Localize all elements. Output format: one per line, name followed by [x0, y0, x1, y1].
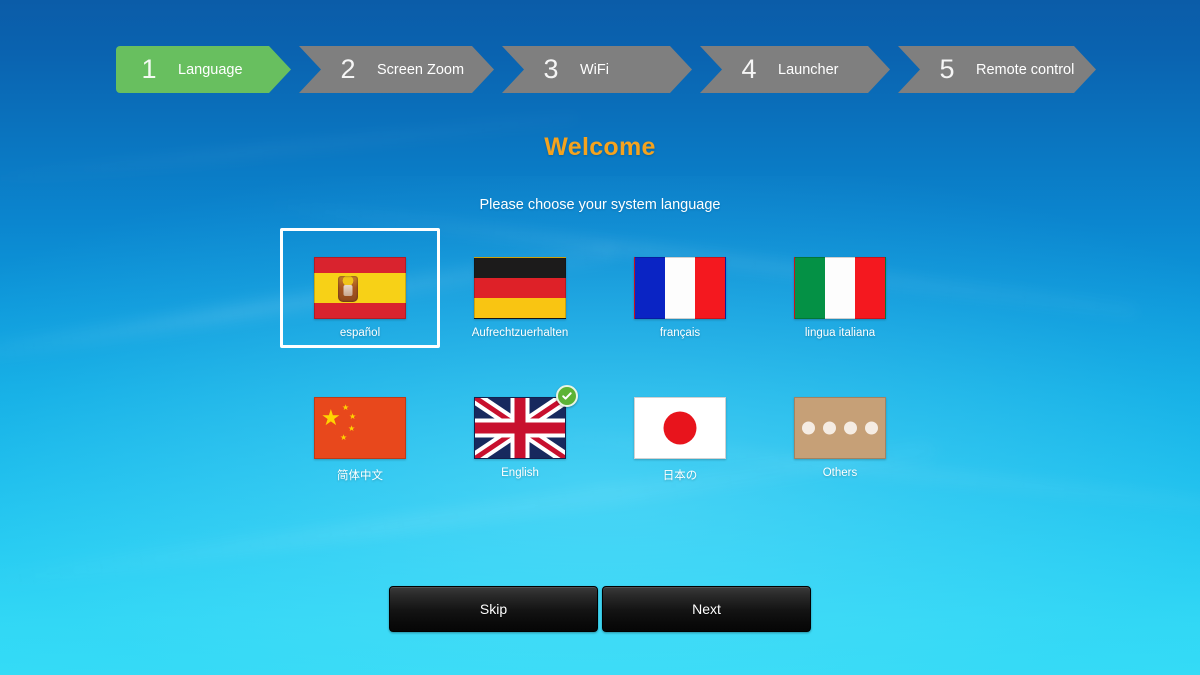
star-icon: ★ [348, 424, 356, 433]
flag-wrapper [474, 257, 566, 319]
wizard-step-launcher[interactable]: 4 Launcher [700, 46, 890, 93]
flag-france-icon [634, 257, 726, 319]
language-tile-german[interactable]: Aufrechtzuerhalten [440, 228, 600, 348]
wizard-step-label: Screen Zoom [377, 61, 465, 78]
flag-wrapper [794, 397, 886, 459]
skip-button[interactable]: Skip [389, 586, 598, 632]
language-tile-chinese[interactable]: ★ ★ ★ ★ ★ 简体中文 [280, 368, 440, 488]
wizard-step-number: 3 [543, 54, 559, 84]
dot-icon [865, 421, 878, 435]
page-title: Welcome [544, 133, 656, 161]
flag-wrapper [314, 257, 406, 319]
language-row: ★ ★ ★ ★ ★ 简体中文 English 日本の Others [280, 368, 920, 488]
wizard-step-label: Remote control [976, 61, 1075, 78]
language-tile-english[interactable]: English [440, 368, 600, 488]
dot-icon [823, 421, 836, 435]
flag-japan-icon [634, 397, 726, 459]
page-subtitle: Please choose your system language [479, 197, 721, 213]
flag-wrapper [474, 385, 578, 459]
wizard-step-number: 4 [741, 54, 757, 84]
wizard-step-screen-zoom[interactable]: 2 Screen Zoom [299, 46, 494, 93]
star-icon: ★ [340, 433, 348, 442]
flag-wrapper: ★ ★ ★ ★ ★ [314, 397, 406, 459]
union-jack-cross-red [475, 422, 565, 434]
wizard-step-number: 2 [340, 54, 356, 84]
dots-group [795, 421, 885, 435]
language-tile-others[interactable]: Others [760, 368, 920, 488]
wizard-step-language[interactable]: 1 Language [116, 46, 291, 93]
star-icon: ★ [349, 412, 357, 421]
others-dots-icon [794, 397, 886, 459]
language-tile-label: 简体中文 [337, 470, 383, 482]
language-tile-japanese[interactable]: 日本の [600, 368, 760, 488]
flag-china-icon: ★ ★ ★ ★ ★ [314, 397, 406, 459]
wizard-step-number: 5 [939, 54, 955, 84]
flag-uk-icon [474, 397, 566, 459]
wizard-step-remote-control[interactable]: 5 Remote control [898, 46, 1096, 93]
wizard-step-label: Language [178, 61, 243, 78]
dot-icon [844, 421, 857, 435]
language-tile-francais[interactable]: français [600, 228, 760, 348]
language-tile-italiana[interactable]: lingua italiana [760, 228, 920, 348]
flag-wrapper [794, 257, 886, 319]
check-icon [556, 385, 578, 407]
language-tile-espanol[interactable]: español [280, 228, 440, 348]
wizard-step-label: WiFi [580, 61, 609, 78]
dot-icon [802, 421, 815, 435]
spain-crest-icon [338, 276, 359, 302]
footer-actions: Skip Next [0, 586, 1200, 632]
language-tile-label: English [501, 467, 539, 479]
flag-spain-icon [314, 257, 406, 319]
language-tile-label: français [659, 327, 701, 339]
star-icon: ★ [321, 405, 341, 430]
wizard-step-breadcrumb: 1 Language 2 Screen Zoom 3 WiFi 4 Launch… [0, 46, 1200, 93]
flag-wrapper [634, 397, 726, 459]
next-button[interactable]: Next [602, 586, 811, 632]
language-tile-label: lingua italiana [804, 327, 876, 339]
wizard-step-wifi[interactable]: 3 WiFi [502, 46, 692, 93]
language-tile-label: 日本の [662, 470, 698, 482]
flag-germany-icon [474, 257, 566, 319]
flag-italy-icon [794, 257, 886, 319]
language-tile-label: español [339, 327, 381, 339]
wizard-step-number: 1 [141, 54, 157, 84]
language-tile-label: Others [822, 467, 858, 479]
language-tile-label: Aufrechtzuerhalten [471, 327, 569, 339]
star-icon: ★ [342, 403, 350, 412]
flag-wrapper [634, 257, 726, 319]
language-row: español Aufrechtzuerhalten français ling… [280, 228, 920, 348]
wizard-step-label: Launcher [778, 61, 839, 78]
japan-sun-icon [663, 411, 697, 445]
language-grid: español Aufrechtzuerhalten français ling… [280, 228, 920, 488]
